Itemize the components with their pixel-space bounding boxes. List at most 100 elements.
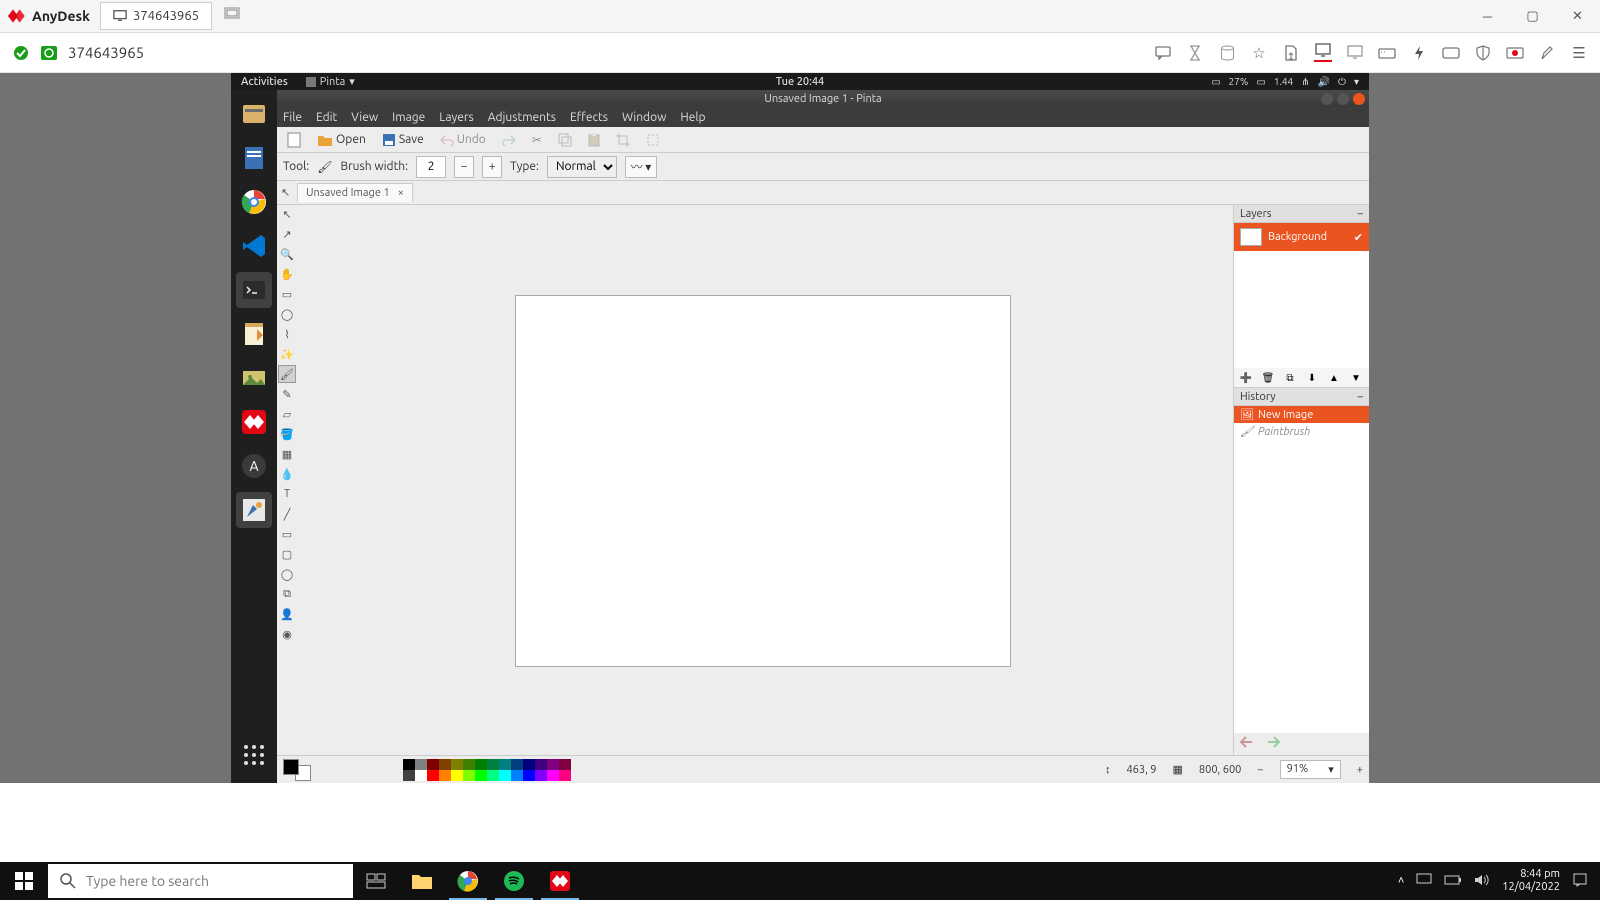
- menu-image[interactable]: Image: [392, 111, 425, 124]
- pinta-titlebar[interactable]: Unsaved Image 1 - Pinta: [277, 90, 1369, 107]
- history-item[interactable]: 🖼 New Image: [1234, 406, 1369, 423]
- pinta-minimize[interactable]: [1321, 93, 1333, 105]
- layers-collapse-icon[interactable]: –: [1358, 208, 1363, 220]
- dock-terminal[interactable]: [236, 272, 272, 308]
- layer-duplicate[interactable]: ⧉: [1282, 370, 1298, 386]
- open-button[interactable]: Open: [313, 131, 370, 149]
- dock-pinta[interactable]: [236, 492, 272, 528]
- history-header[interactable]: History –: [1234, 388, 1369, 406]
- tb-spotify[interactable]: [491, 862, 537, 900]
- tool-bucket[interactable]: 🪣: [278, 425, 296, 443]
- tool-ellipse-select[interactable]: ◯: [278, 305, 296, 323]
- shield-icon[interactable]: [1474, 44, 1492, 62]
- keyboard-icon[interactable]: [1378, 44, 1396, 62]
- tool-gradient[interactable]: ▦: [278, 445, 296, 463]
- activities-button[interactable]: Activities: [241, 76, 288, 88]
- cut-button[interactable]: ✂: [528, 131, 546, 149]
- tool-pan[interactable]: ✋: [278, 265, 296, 283]
- tool-paintbrush[interactable]: 🖌: [278, 365, 296, 383]
- tool-ellipse[interactable]: ◯: [278, 565, 296, 583]
- tray-volume[interactable]: [1474, 873, 1490, 890]
- layers-header[interactable]: Layers –: [1234, 205, 1369, 223]
- pinta-close[interactable]: [1353, 93, 1365, 105]
- anydesk-session-tab[interactable]: 374643965: [100, 2, 212, 30]
- tool-rect-select[interactable]: ▭: [278, 285, 296, 303]
- zoom-out[interactable]: −: [1257, 764, 1263, 776]
- search-box[interactable]: Type here to search: [48, 864, 353, 898]
- tool-move[interactable]: ↖: [278, 205, 296, 223]
- dock-anydesk[interactable]: [236, 404, 272, 440]
- redo-button[interactable]: [498, 132, 520, 148]
- new-button[interactable]: [283, 130, 305, 150]
- brush-decrement[interactable]: −: [454, 156, 474, 178]
- lightning-icon[interactable]: [1410, 44, 1428, 62]
- record-icon[interactable]: [1506, 44, 1524, 62]
- tb-chrome[interactable]: [445, 862, 491, 900]
- fullscreen-tab-icon[interactable]: [224, 7, 240, 25]
- task-view[interactable]: [353, 862, 399, 900]
- tool-wand[interactable]: ✨: [278, 345, 296, 363]
- dock-vscode[interactable]: [236, 228, 272, 264]
- close-button[interactable]: ✕: [1555, 0, 1600, 33]
- pinta-maximize[interactable]: [1337, 93, 1349, 105]
- document-tab[interactable]: Unsaved Image 1 ×: [297, 183, 413, 202]
- tool-eyedrop[interactable]: 💧: [278, 465, 296, 483]
- crop-button[interactable]: [612, 131, 634, 149]
- dock-update[interactable]: A: [236, 448, 272, 484]
- tool-rectangle[interactable]: ▭: [278, 525, 296, 543]
- tool-zoom[interactable]: 🔍: [278, 245, 296, 263]
- pencil-icon[interactable]: [1538, 44, 1556, 62]
- taskbar-clock[interactable]: 8:44 pm 12/04/2022: [1502, 868, 1560, 894]
- file-icon[interactable]: [1282, 44, 1300, 62]
- privacy-icon[interactable]: [1442, 44, 1460, 62]
- monitor-active-icon[interactable]: [1314, 44, 1332, 62]
- layer-up[interactable]: ▲: [1326, 370, 1342, 386]
- tab-close-icon[interactable]: ×: [398, 187, 404, 199]
- history-undo[interactable]: [1240, 735, 1256, 753]
- star-icon[interactable]: ☆: [1250, 44, 1268, 62]
- dock-chrome[interactable]: [236, 184, 272, 220]
- zoom-in[interactable]: +: [1357, 764, 1363, 776]
- tray-battery[interactable]: [1444, 874, 1462, 889]
- layer-visible-check[interactable]: ✔: [1354, 231, 1363, 244]
- system-icons[interactable]: ▭27% ▭1.44 ⋔ 🔊 ⏻ ▾: [1211, 76, 1359, 88]
- color-palette[interactable]: [403, 759, 571, 781]
- tb-file-explorer[interactable]: [399, 862, 445, 900]
- menu-view[interactable]: View: [351, 111, 378, 124]
- app-indicator[interactable]: Pinta ▾: [306, 75, 355, 88]
- dock-files[interactable]: [236, 96, 272, 132]
- tool-pencil[interactable]: ✎: [278, 385, 296, 403]
- history-item[interactable]: 🖌 Paintbrush: [1234, 423, 1369, 440]
- brush-width-input[interactable]: [416, 156, 446, 178]
- zoom-select[interactable]: 91%▾: [1280, 760, 1341, 779]
- tool-view[interactable]: ↗: [278, 225, 296, 243]
- hamburger-icon[interactable]: ☰: [1570, 44, 1588, 62]
- start-button[interactable]: [0, 862, 48, 900]
- layer-down[interactable]: ▼: [1348, 370, 1364, 386]
- clock[interactable]: Tue 20:44: [776, 76, 824, 88]
- tool-recolor[interactable]: ◉: [278, 625, 296, 643]
- tb-anydesk[interactable]: [537, 862, 583, 900]
- tool-rounded-rect[interactable]: ▢: [278, 545, 296, 563]
- minimize-button[interactable]: ─: [1465, 0, 1510, 33]
- menu-window[interactable]: Window: [622, 111, 666, 124]
- chat-icon[interactable]: [1154, 44, 1172, 62]
- tool-text[interactable]: T: [278, 485, 296, 503]
- menu-adjustments[interactable]: Adjustments: [488, 111, 556, 124]
- maximize-button[interactable]: ▢: [1510, 0, 1555, 33]
- tray-display[interactable]: [1416, 873, 1432, 890]
- deselect-button[interactable]: [642, 131, 664, 149]
- history-redo[interactable]: [1264, 735, 1280, 753]
- menu-layers[interactable]: Layers: [439, 111, 473, 124]
- copy-button[interactable]: [554, 131, 576, 149]
- layer-add[interactable]: ➕: [1238, 370, 1254, 386]
- tray-notifications[interactable]: [1572, 872, 1588, 891]
- dock-apps-grid[interactable]: [236, 737, 272, 773]
- dock-image-viewer[interactable]: [236, 360, 272, 396]
- disk-icon[interactable]: [1218, 44, 1236, 62]
- stroke-style-select[interactable]: 〰 ▾: [625, 156, 657, 178]
- paste-button[interactable]: [584, 131, 604, 149]
- canvas-area[interactable]: [297, 205, 1234, 755]
- menu-effects[interactable]: Effects: [570, 111, 608, 124]
- layer-merge[interactable]: ⬇: [1304, 370, 1320, 386]
